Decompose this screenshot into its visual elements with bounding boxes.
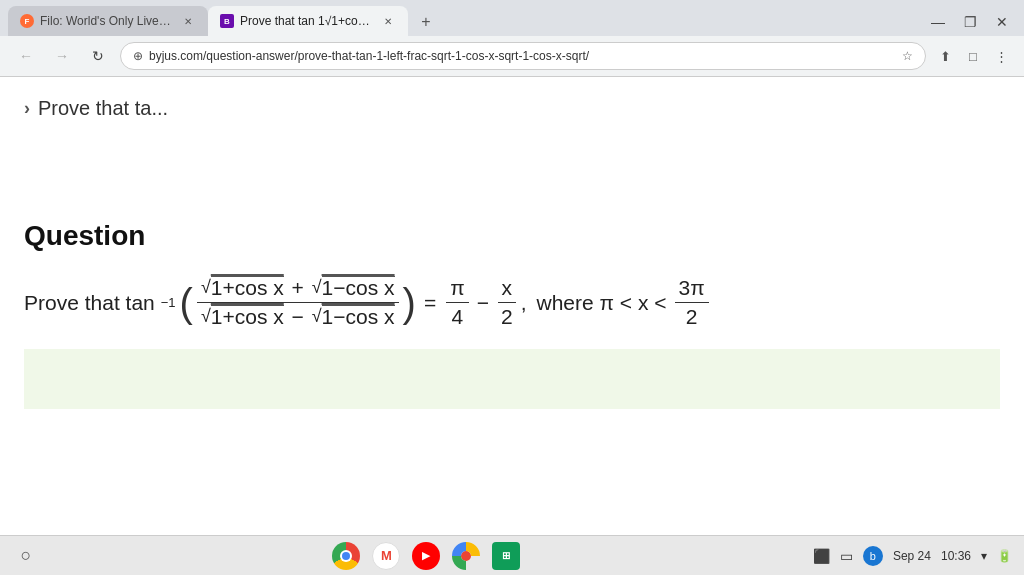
pi-over-4: π 4	[446, 276, 469, 329]
x-denominator: 2	[497, 303, 517, 329]
3pi-denominator: 2	[682, 303, 702, 329]
sqrt-1-plus-cos-bottom: √1+cos x	[201, 305, 290, 328]
x-over-2: x 2	[497, 276, 517, 329]
bookmark-icon[interactable]: ☆	[902, 49, 913, 63]
taskbar: ○ M ▶ ⊞ ⬛ ▭ b Sep 24 10	[0, 535, 1024, 575]
sqrt-1-plus-cos: √1+cos x	[201, 276, 290, 299]
breadcrumb-text: Prove that ta...	[38, 97, 168, 120]
open-paren: (	[180, 283, 193, 323]
pi-denominator: 4	[448, 303, 468, 329]
comma: ,	[521, 291, 527, 315]
date-display: Sep 24	[893, 549, 931, 563]
inverse-exponent: −1	[161, 295, 176, 310]
taskbar-left: ○	[12, 542, 40, 570]
breadcrumb-arrow[interactable]: ›	[24, 98, 30, 119]
taskbar-right: ⬛ ▭ b Sep 24 10:36 ▾ 🔋	[813, 546, 1012, 566]
close-paren: )	[403, 283, 416, 323]
photos-taskbar-icon[interactable]	[452, 542, 480, 570]
pi-numerator: π	[446, 276, 469, 303]
sqrt-1-minus-cos-bottom: √1−cos x	[312, 305, 395, 328]
sheets-taskbar-icon[interactable]: ⊞	[492, 542, 520, 570]
address-bar[interactable]: ⊕ byjus.com/question-answer/prove-that-t…	[120, 42, 926, 70]
close-button[interactable]: ✕	[988, 8, 1016, 36]
nav-bar: ← → ↻ ⊕ byjus.com/question-answer/prove-…	[0, 36, 1024, 76]
youtube-taskbar-icon[interactable]: ▶	[412, 542, 440, 570]
tab-filo-close[interactable]: ✕	[180, 13, 196, 29]
prove-text: Prove that tan	[24, 291, 155, 315]
extensions-icon[interactable]: □	[962, 45, 984, 67]
breadcrumb: › Prove that ta...	[24, 97, 1000, 120]
question-section: Question Prove that tan −1 ( √1+cos x + …	[24, 220, 1000, 329]
maximize-button[interactable]: ❐	[956, 8, 984, 36]
fraction-denominator: √1+cos x − √1−cos x	[197, 303, 399, 329]
where-text: where π < x <	[536, 291, 666, 315]
new-tab-button[interactable]: +	[412, 8, 440, 36]
3pi-over-2: 3π 2	[675, 276, 709, 329]
forward-button[interactable]: →	[48, 42, 76, 70]
battery-icon: 🔋	[997, 549, 1012, 563]
taskbar-center: M ▶ ⊞	[332, 542, 520, 570]
math-expression: Prove that tan −1 ( √1+cos x + √1−cos x	[24, 276, 1000, 329]
user-icon[interactable]: b	[863, 546, 883, 566]
answer-area	[24, 349, 1000, 409]
math-fraction: √1+cos x + √1−cos x √1+cos x − √1−cos x	[197, 276, 399, 329]
screen-icon[interactable]: ⬛	[813, 548, 830, 564]
page-content: › Prove that ta... Question Prove that t…	[0, 77, 1024, 572]
question-label: Question	[24, 220, 1000, 252]
nav-icons: ⬆ □ ⋮	[934, 45, 1012, 67]
3pi-numerator: 3π	[675, 276, 709, 303]
byjus-favicon: B	[220, 14, 234, 28]
back-button[interactable]: ←	[12, 42, 40, 70]
tab-byjus-close[interactable]: ✕	[380, 13, 396, 29]
browser-chrome: F Filo: World's Only Live Instant T ✕ B …	[0, 0, 1024, 77]
tab-byjus-label: Prove that tan 1√1+cos x+√1 c	[240, 14, 374, 28]
filo-favicon: F	[20, 14, 34, 28]
menu-icon[interactable]: ⋮	[990, 45, 1012, 67]
address-text: byjus.com/question-answer/prove-that-tan…	[149, 49, 896, 63]
tab-byjus[interactable]: B Prove that tan 1√1+cos x+√1 c ✕	[208, 6, 408, 36]
svg-text:B: B	[224, 17, 230, 26]
svg-text:F: F	[25, 17, 30, 26]
x-numerator: x	[498, 276, 517, 303]
minus-sign: −	[477, 291, 489, 315]
site-info-icon: ⊕	[133, 49, 143, 63]
sqrt-1-minus-cos-top: √1−cos x	[312, 276, 395, 299]
tab-filo[interactable]: F Filo: World's Only Live Instant T ✕	[8, 6, 208, 36]
tablet-icon[interactable]: ▭	[840, 548, 853, 564]
equals-sign: =	[424, 291, 436, 315]
share-icon[interactable]: ⬆	[934, 45, 956, 67]
reload-button[interactable]: ↻	[84, 42, 112, 70]
wifi-icon[interactable]: ▾	[981, 549, 987, 563]
time-display: 10:36	[941, 549, 971, 563]
svg-point-4	[461, 551, 471, 561]
tab-filo-label: Filo: World's Only Live Instant T	[40, 14, 174, 28]
search-button[interactable]: ○	[12, 542, 40, 570]
chrome-taskbar-icon[interactable]	[332, 542, 360, 570]
tab-bar: F Filo: World's Only Live Instant T ✕ B …	[0, 0, 1024, 36]
fraction-numerator: √1+cos x + √1−cos x	[197, 276, 399, 303]
minimize-button[interactable]: —	[924, 8, 952, 36]
gmail-taskbar-icon[interactable]: M	[372, 542, 400, 570]
